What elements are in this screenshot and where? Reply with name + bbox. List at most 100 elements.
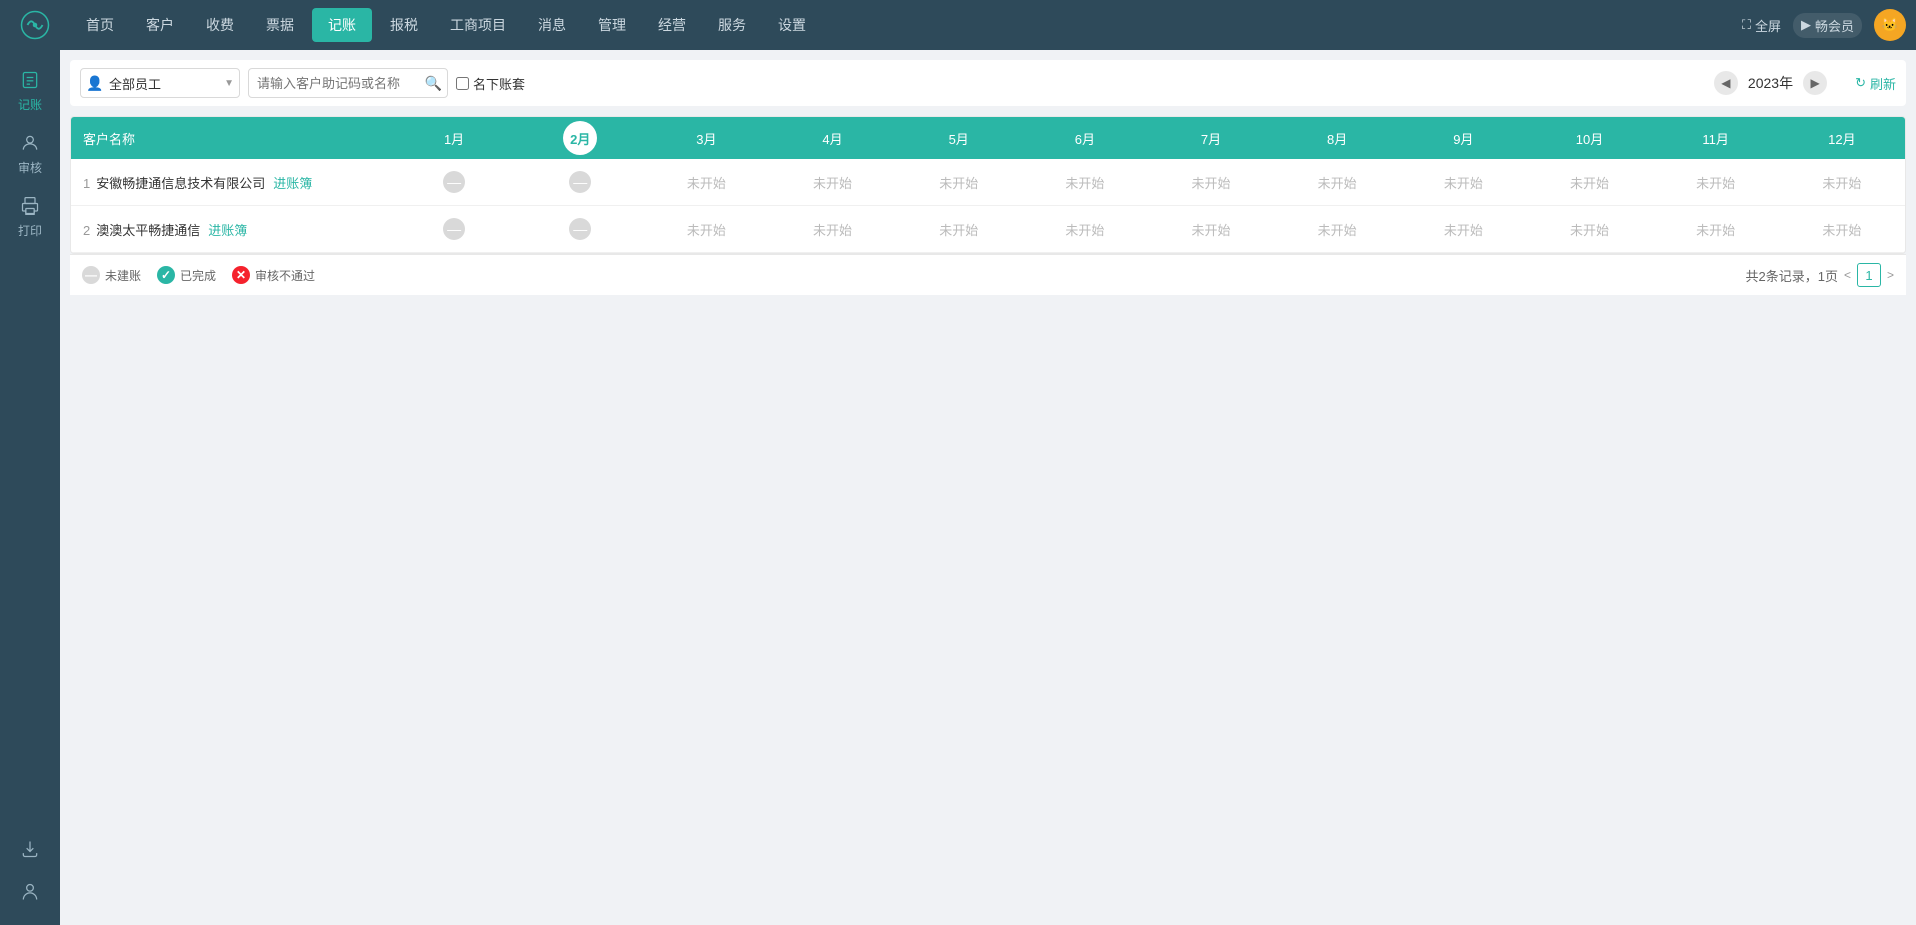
legend-red-dot: ✕ (232, 266, 250, 284)
nav-operation[interactable]: 经营 (642, 0, 702, 50)
month-cell-3: 未开始 (643, 206, 769, 253)
not-started-label: 未开始 (1822, 176, 1861, 191)
not-started-label: 未开始 (939, 176, 978, 191)
col-month-8: 8月 (1274, 117, 1400, 159)
month-cell-4: 未开始 (769, 206, 895, 253)
nav-business[interactable]: 工商项目 (434, 0, 522, 50)
col-month-3: 3月 (643, 117, 769, 159)
accounts-table-container: 客户名称 1月 2月 3月 4月 5月 6月 7月 8月 9月 (70, 116, 1906, 254)
sidebar: 记账 审核 打印 (0, 50, 60, 925)
employee-select-label: 全部员工 (109, 74, 161, 93)
main-content: 👤 全部员工 ▼ 🔍 名下账套 ◀ 2023年 ▶ ↻ (60, 50, 1916, 925)
month-cell-5: 未开始 (896, 159, 1022, 206)
month-cell-10: 未开始 (1526, 206, 1652, 253)
table-row: 1安徽畅捷通信息技术有限公司进账簿——未开始未开始未开始未开始未开始未开始未开始… (71, 159, 1905, 206)
not-started-label: 未开始 (1696, 223, 1735, 238)
not-started-label: 未开始 (1065, 176, 1104, 191)
next-page-button[interactable]: > (1887, 268, 1894, 282)
nav-tax[interactable]: 报税 (374, 0, 434, 50)
sidebar-item-download[interactable] (0, 829, 60, 872)
nav-service[interactable]: 服务 (702, 0, 762, 50)
search-input[interactable] (248, 68, 448, 98)
not-started-label: 未开始 (1696, 176, 1735, 191)
my-accounts-checkbox[interactable] (456, 77, 469, 90)
search-icon[interactable]: 🔍 (425, 75, 442, 92)
col-month-10: 10月 (1526, 117, 1652, 159)
col-month-6: 6月 (1022, 117, 1148, 159)
current-month-circle: 2月 (563, 121, 597, 155)
status-dot: — (569, 171, 591, 193)
employee-select[interactable]: 全部员工 (80, 68, 240, 98)
table-row: 2澳澳太平畅捷通信进账簿——未开始未开始未开始未开始未开始未开始未开始未开始未开… (71, 206, 1905, 253)
not-started-label: 未开始 (1444, 223, 1483, 238)
legend-rejected-label: 审核不通过 (255, 267, 315, 284)
legend-grey-dot: — (82, 266, 100, 284)
not-started-label: 未开始 (1822, 223, 1861, 238)
audit-icon (20, 133, 40, 156)
month-cell-6: 未开始 (1022, 206, 1148, 253)
month-cell-11: 未开始 (1653, 206, 1779, 253)
month-cell-3: 未开始 (643, 159, 769, 206)
col-month-7: 7月 (1148, 117, 1274, 159)
toolbar: 👤 全部员工 ▼ 🔍 名下账套 ◀ 2023年 ▶ ↻ (70, 60, 1906, 106)
nav-client[interactable]: 客户 (130, 0, 190, 50)
legend-not-built-label: 未建账 (105, 267, 141, 284)
sidebar-item-accounting[interactable]: 记账 (0, 60, 60, 123)
nav-invoice[interactable]: 票据 (250, 0, 310, 50)
month-cell-1: — (391, 206, 517, 253)
my-accounts-checkbox-label[interactable]: 名下账套 (456, 74, 525, 93)
vip-button[interactable]: ▶ 畅会员 (1793, 13, 1862, 38)
enter-ledger-link[interactable]: 进账簿 (273, 176, 312, 191)
user-icon (20, 882, 40, 905)
enter-ledger-link[interactable]: 进账簿 (208, 223, 247, 238)
total-records: 共2条记录，1页 (1746, 266, 1838, 285)
sidebar-item-user[interactable] (0, 872, 60, 915)
app-logo (10, 10, 60, 40)
next-year-button[interactable]: ▶ (1803, 71, 1827, 95)
sidebar-bottom (0, 829, 60, 925)
prev-year-button[interactable]: ◀ (1714, 71, 1738, 95)
not-started-label: 未开始 (1444, 176, 1483, 191)
nav-home[interactable]: 首页 (70, 0, 130, 50)
col-month-2: 2月 (517, 117, 643, 159)
not-started-label: 未开始 (813, 176, 852, 191)
not-started-label: 未开始 (813, 223, 852, 238)
not-started-label: 未开始 (1570, 223, 1609, 238)
vip-icon: ▶ (1801, 17, 1811, 33)
nav-billing[interactable]: 收费 (190, 0, 250, 50)
my-accounts-label: 名下账套 (473, 74, 525, 93)
refresh-button[interactable]: ↻ 刷新 (1855, 74, 1896, 93)
nav-settings[interactable]: 设置 (762, 0, 822, 50)
col-client-name: 客户名称 (71, 117, 391, 159)
prev-page-button[interactable]: < (1844, 268, 1851, 282)
main-layout: 记账 审核 打印 (0, 50, 1916, 925)
employee-select-icon: 👤 (86, 75, 103, 92)
fullscreen-label: 全屏 (1755, 16, 1781, 35)
legend-rejected: ✕ 审核不通过 (232, 266, 315, 284)
not-started-label: 未开始 (1192, 176, 1231, 191)
month-cell-8: 未开始 (1274, 159, 1400, 206)
month-cell-8: 未开始 (1274, 206, 1400, 253)
refresh-label: 刷新 (1870, 74, 1896, 93)
page-number[interactable]: 1 (1857, 263, 1881, 287)
status-dot: — (443, 171, 465, 193)
nav-right: ⛶ 全屏 ▶ 畅会员 🐱 (1742, 9, 1906, 41)
month-cell-12: 未开始 (1779, 206, 1905, 253)
user-avatar[interactable]: 🐱 (1874, 9, 1906, 41)
year-nav: ◀ 2023年 ▶ (1714, 71, 1827, 95)
sidebar-item-print[interactable]: 打印 (0, 186, 60, 249)
sidebar-item-audit[interactable]: 审核 (0, 123, 60, 186)
month-cell-4: 未开始 (769, 159, 895, 206)
fullscreen-button[interactable]: ⛶ 全屏 (1742, 16, 1781, 35)
month-cell-7: 未开始 (1148, 159, 1274, 206)
nav-accounting[interactable]: 记账 (312, 8, 372, 42)
col-month-1: 1月 (391, 117, 517, 159)
month-cell-2: — (517, 206, 643, 253)
nav-management[interactable]: 管理 (582, 0, 642, 50)
print-icon (20, 196, 40, 219)
search-wrapper: 🔍 (248, 68, 448, 98)
nav-message[interactable]: 消息 (522, 0, 582, 50)
month-cell-6: 未开始 (1022, 159, 1148, 206)
not-started-label: 未开始 (939, 223, 978, 238)
status-dot: — (569, 218, 591, 240)
